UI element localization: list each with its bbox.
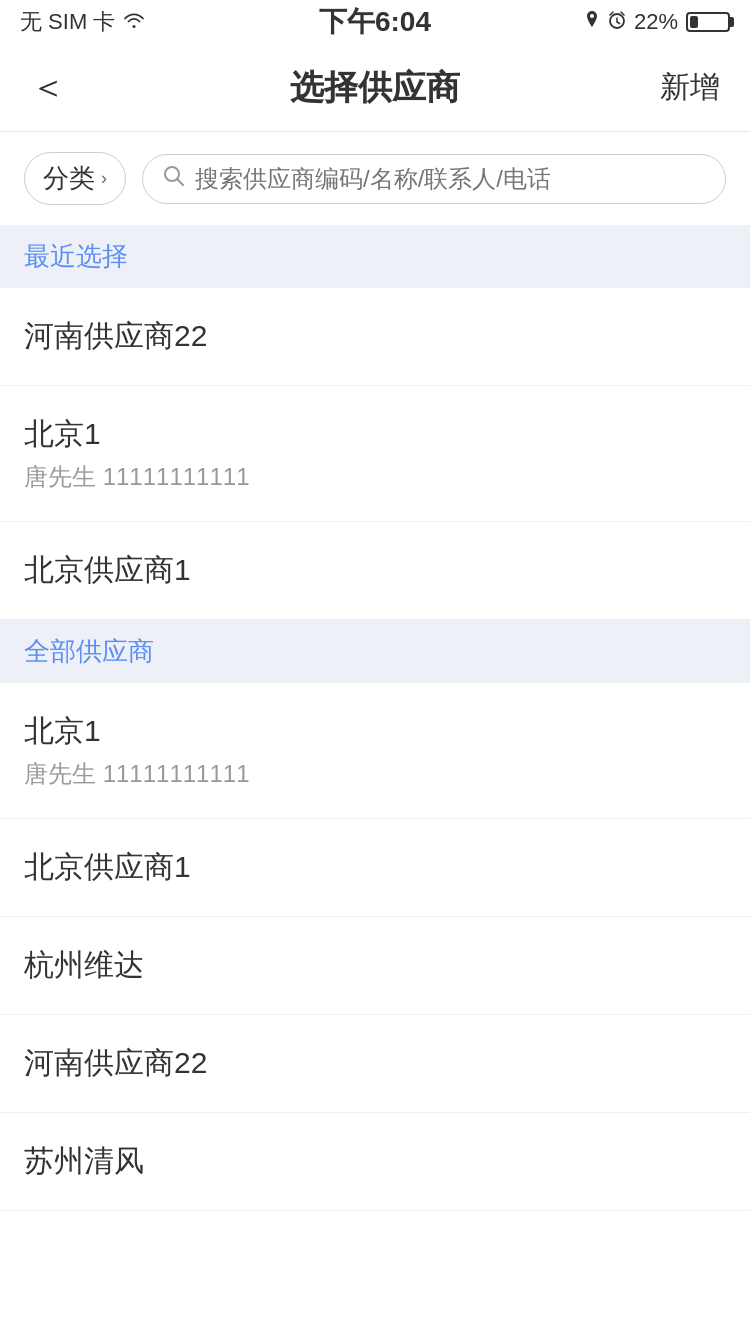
list-item[interactable]: 北京供应商1 bbox=[0, 522, 750, 620]
item-name: 河南供应商22 bbox=[24, 1043, 726, 1084]
search-box[interactable] bbox=[142, 154, 726, 204]
content: 最近选择河南供应商22 北京1 唐先生 11111111111 北京供应商1 全部供应商… bbox=[0, 225, 750, 1211]
status-time: 下午6:04 bbox=[319, 3, 431, 41]
item-name: 杭州维达 bbox=[24, 945, 726, 986]
filter-bar: 分类 › bbox=[0, 132, 750, 225]
category-label: 分类 bbox=[43, 161, 95, 196]
location-icon bbox=[584, 9, 600, 35]
list-item[interactable]: 河南供应商22 bbox=[0, 1015, 750, 1113]
list-item[interactable]: 北京1 唐先生 11111111111 bbox=[0, 386, 750, 522]
item-name: 北京供应商1 bbox=[24, 550, 726, 591]
list-item[interactable]: 北京1 唐先生 11111111111 bbox=[0, 683, 750, 819]
search-icon bbox=[163, 165, 185, 193]
status-bar: 无 SIM 卡 下午6:04 22% bbox=[0, 0, 750, 44]
chevron-right-icon: › bbox=[101, 168, 107, 189]
section-header-all: 全部供应商 bbox=[0, 620, 750, 683]
alarm-icon bbox=[608, 9, 626, 35]
item-sub: 唐先生 11111111111 bbox=[24, 758, 726, 790]
item-name: 河南供应商22 bbox=[24, 316, 726, 357]
back-button[interactable]: ＜ bbox=[30, 63, 90, 112]
list-item[interactable]: 北京供应商1 bbox=[0, 819, 750, 917]
list-item[interactable]: 杭州维达 bbox=[0, 917, 750, 1015]
page-title: 选择供应商 bbox=[290, 65, 460, 111]
item-name: 北京1 bbox=[24, 414, 726, 455]
list-item[interactable]: 河南供应商22 bbox=[0, 288, 750, 386]
item-sub: 唐先生 11111111111 bbox=[24, 461, 726, 493]
wifi-icon bbox=[123, 9, 145, 35]
status-left: 无 SIM 卡 bbox=[20, 7, 145, 37]
section-header-recent: 最近选择 bbox=[0, 225, 750, 288]
new-button[interactable]: 新增 bbox=[660, 67, 720, 108]
category-button[interactable]: 分类 › bbox=[24, 152, 126, 205]
battery-label: 22% bbox=[634, 9, 678, 35]
no-sim-label: 无 SIM 卡 bbox=[20, 7, 115, 37]
search-input[interactable] bbox=[195, 165, 705, 193]
item-name: 北京1 bbox=[24, 711, 726, 752]
nav-bar: ＜ 选择供应商 新增 bbox=[0, 44, 750, 132]
item-name: 苏州清风 bbox=[24, 1141, 726, 1182]
item-name: 北京供应商1 bbox=[24, 847, 726, 888]
status-right: 22% bbox=[584, 9, 730, 35]
battery-icon bbox=[686, 12, 730, 32]
list-item[interactable]: 苏州清风 bbox=[0, 1113, 750, 1211]
